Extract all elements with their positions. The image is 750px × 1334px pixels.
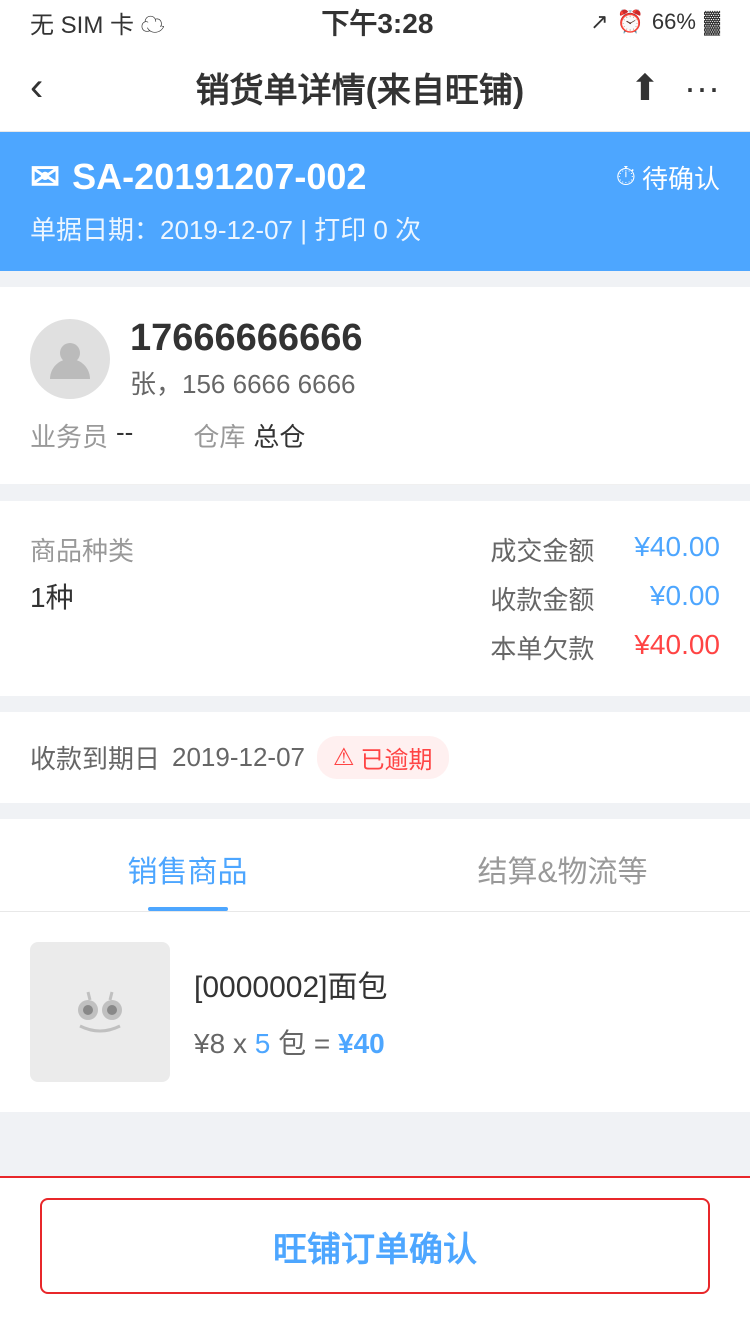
salesperson-label: 业务员	[30, 417, 108, 454]
status-bar: 无 SIM 卡 ☁ 下午3:28 ↗ ⏰ 66% ▓	[0, 0, 750, 44]
clock-icon: ⏱	[616, 161, 636, 193]
warehouse-label: 仓库	[193, 417, 245, 454]
confirm-order-button[interactable]: 旺铺订单确认	[40, 1198, 710, 1294]
order-icon: ✉	[30, 156, 60, 198]
status-badge: ⏱ 待确认	[616, 159, 720, 196]
overdue-badge: ⚠ 已逾期	[317, 736, 449, 779]
tab-settlement[interactable]: 结算&物流等	[375, 819, 750, 911]
amount-label: 成交金额	[490, 531, 594, 568]
status-time: 下午3:28	[321, 2, 433, 42]
tab-sales[interactable]: 销售商品	[0, 819, 375, 911]
location-icon: ↗	[590, 9, 608, 35]
owed-label: 本单欠款	[490, 629, 594, 666]
types-label: 商品种类	[30, 531, 134, 568]
payment-label: 收款金额	[490, 580, 594, 617]
status-left: 无 SIM 卡 ☁	[30, 5, 165, 40]
product-list: 管+ [0000002]面包 ¥8 x 5 包 = ¥40	[0, 912, 750, 1112]
avatar	[30, 319, 110, 399]
product-qty: 5	[255, 1028, 271, 1059]
payment-value: ¥0.00	[650, 580, 720, 617]
page-title: 销货单详情(来自旺铺)	[196, 63, 525, 112]
nav-bar: ‹ 销货单详情(来自旺铺) ⬆ ···	[0, 44, 750, 132]
due-date-value: 2019-12-07	[172, 742, 305, 773]
warehouse-value: 总仓	[253, 417, 305, 454]
customer-phone: 17666666666	[130, 317, 362, 360]
summary-right: 成交金额 ¥40.00 收款金额 ¥0.00 本单欠款 ¥40.00	[490, 531, 720, 666]
alarm-icon: ⏰	[617, 9, 644, 35]
product-price: ¥8 x 5 包 = ¥40	[194, 1022, 720, 1062]
battery-icon: ▓	[704, 9, 720, 35]
summary-card: 商品种类 1种 成交金额 ¥40.00 收款金额 ¥0.00 本单欠款 ¥40.…	[0, 501, 750, 696]
battery-text: 66%	[652, 9, 696, 35]
order-date: 单据日期：2019-12-07 | 打印 0 次	[30, 210, 720, 247]
confirm-btn-container: 旺铺订单确认	[0, 1176, 750, 1334]
back-button[interactable]: ‹	[30, 65, 90, 110]
salesperson-value: --	[116, 417, 133, 454]
nav-actions: ⬆ ···	[630, 67, 720, 109]
customer-meta: 业务员 -- 仓库 总仓	[30, 417, 720, 454]
amount-value: ¥40.00	[634, 531, 720, 568]
warning-icon: ⚠	[333, 743, 355, 772]
owed-value: ¥40.00	[634, 629, 720, 666]
divider-1	[30, 484, 720, 485]
product-item: 管+ [0000002]面包 ¥8 x 5 包 = ¥40	[0, 912, 750, 1112]
share-button[interactable]: ⬆	[630, 67, 660, 109]
due-date-card: 收款到期日 2019-12-07 ⚠ 已逾期	[0, 712, 750, 803]
customer-card: 17666666666 张，156 6666 6666 业务员 -- 仓库 总仓	[0, 287, 750, 484]
product-thumbnail: 管+	[30, 942, 170, 1082]
more-button[interactable]: ···	[684, 67, 720, 109]
customer-name: 张，156 6666 6666	[130, 364, 362, 401]
product-total: ¥40	[338, 1028, 385, 1059]
product-name: [0000002]面包	[194, 962, 720, 1006]
order-header-card: ✉ SA-20191207-002 ⏱ 待确认 单据日期：2019-12-07 …	[0, 132, 750, 271]
product-info: [0000002]面包 ¥8 x 5 包 = ¥40	[194, 962, 720, 1062]
tabs-container: 销售商品 结算&物流等	[0, 819, 750, 912]
order-id: ✉ SA-20191207-002	[30, 156, 366, 198]
due-date-label: 收款到期日	[30, 739, 160, 776]
sim-text: 无 SIM 卡 ☁	[30, 5, 165, 40]
status-right: ↗ ⏰ 66% ▓	[590, 9, 720, 35]
types-value: 1种	[30, 576, 134, 616]
